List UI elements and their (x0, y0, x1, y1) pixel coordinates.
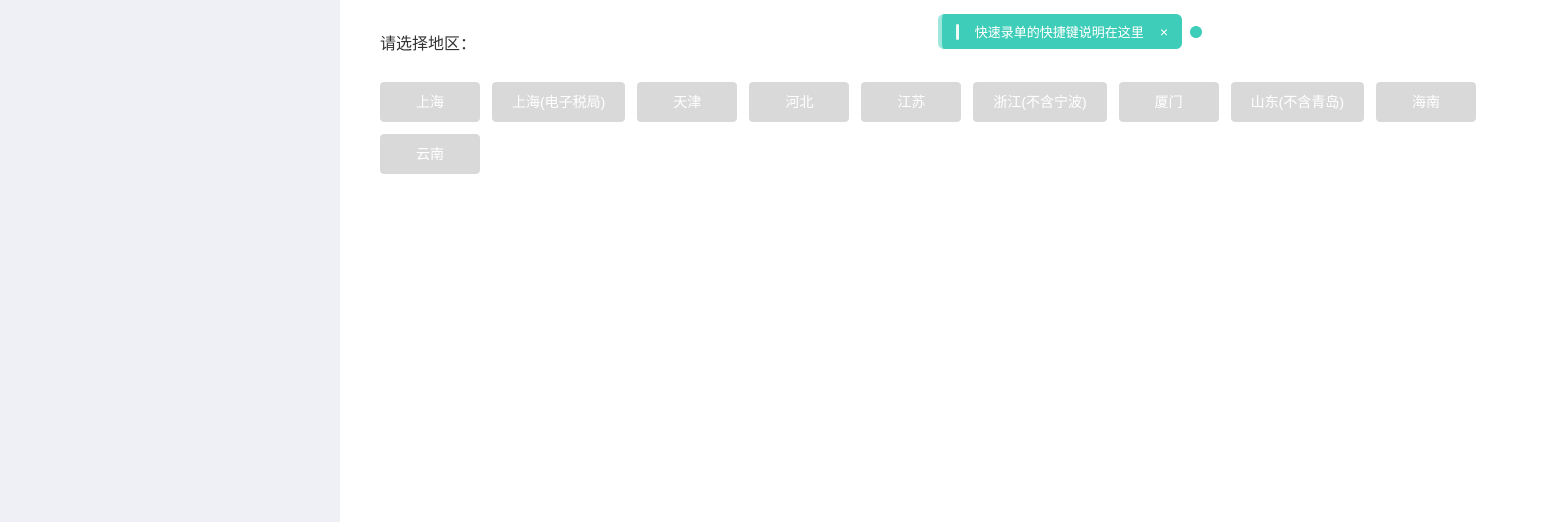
tooltip-close-button[interactable]: × (1160, 24, 1168, 40)
tooltip-dot-icon (1190, 26, 1202, 38)
tooltip-text: 快速录单的快捷键说明在这里 (975, 22, 1144, 41)
region-button-zhejiang[interactable]: 浙江(不含宁波) (973, 82, 1106, 122)
region-button-xiamen[interactable]: 厦门 (1119, 82, 1219, 122)
tooltip-badge: 快速录单的快捷键说明在这里 × (938, 14, 1182, 49)
region-button-jiangsu[interactable]: 江苏 (861, 82, 961, 122)
region-button-shanghai[interactable]: 上海 (380, 82, 480, 122)
main-content: 请选择地区： 上海上海(电子税局)天津河北江苏浙江(不含宁波)厦门山东(不含青岛… (340, 0, 1562, 522)
tooltip-container: 快速录单的快捷键说明在这里 × (938, 14, 1202, 49)
sidebar (0, 0, 340, 522)
tooltip-bar-icon (956, 24, 959, 40)
region-button-shandong[interactable]: 山东(不含青岛) (1231, 82, 1364, 122)
region-button-tianjin[interactable]: 天津 (637, 82, 737, 122)
region-buttons-container: 上海上海(电子税局) 天津河北江苏浙江(不含宁波) 厦门山东(不含青岛) 海南云南 (380, 82, 1522, 174)
region-button-shanghai-etax[interactable]: 上海(电子税局) (492, 82, 625, 122)
region-button-yunnan[interactable]: 云南 (380, 134, 480, 174)
region-button-hainan[interactable]: 海南 (1376, 82, 1476, 122)
region-button-hebei[interactable]: 河北 (749, 82, 849, 122)
